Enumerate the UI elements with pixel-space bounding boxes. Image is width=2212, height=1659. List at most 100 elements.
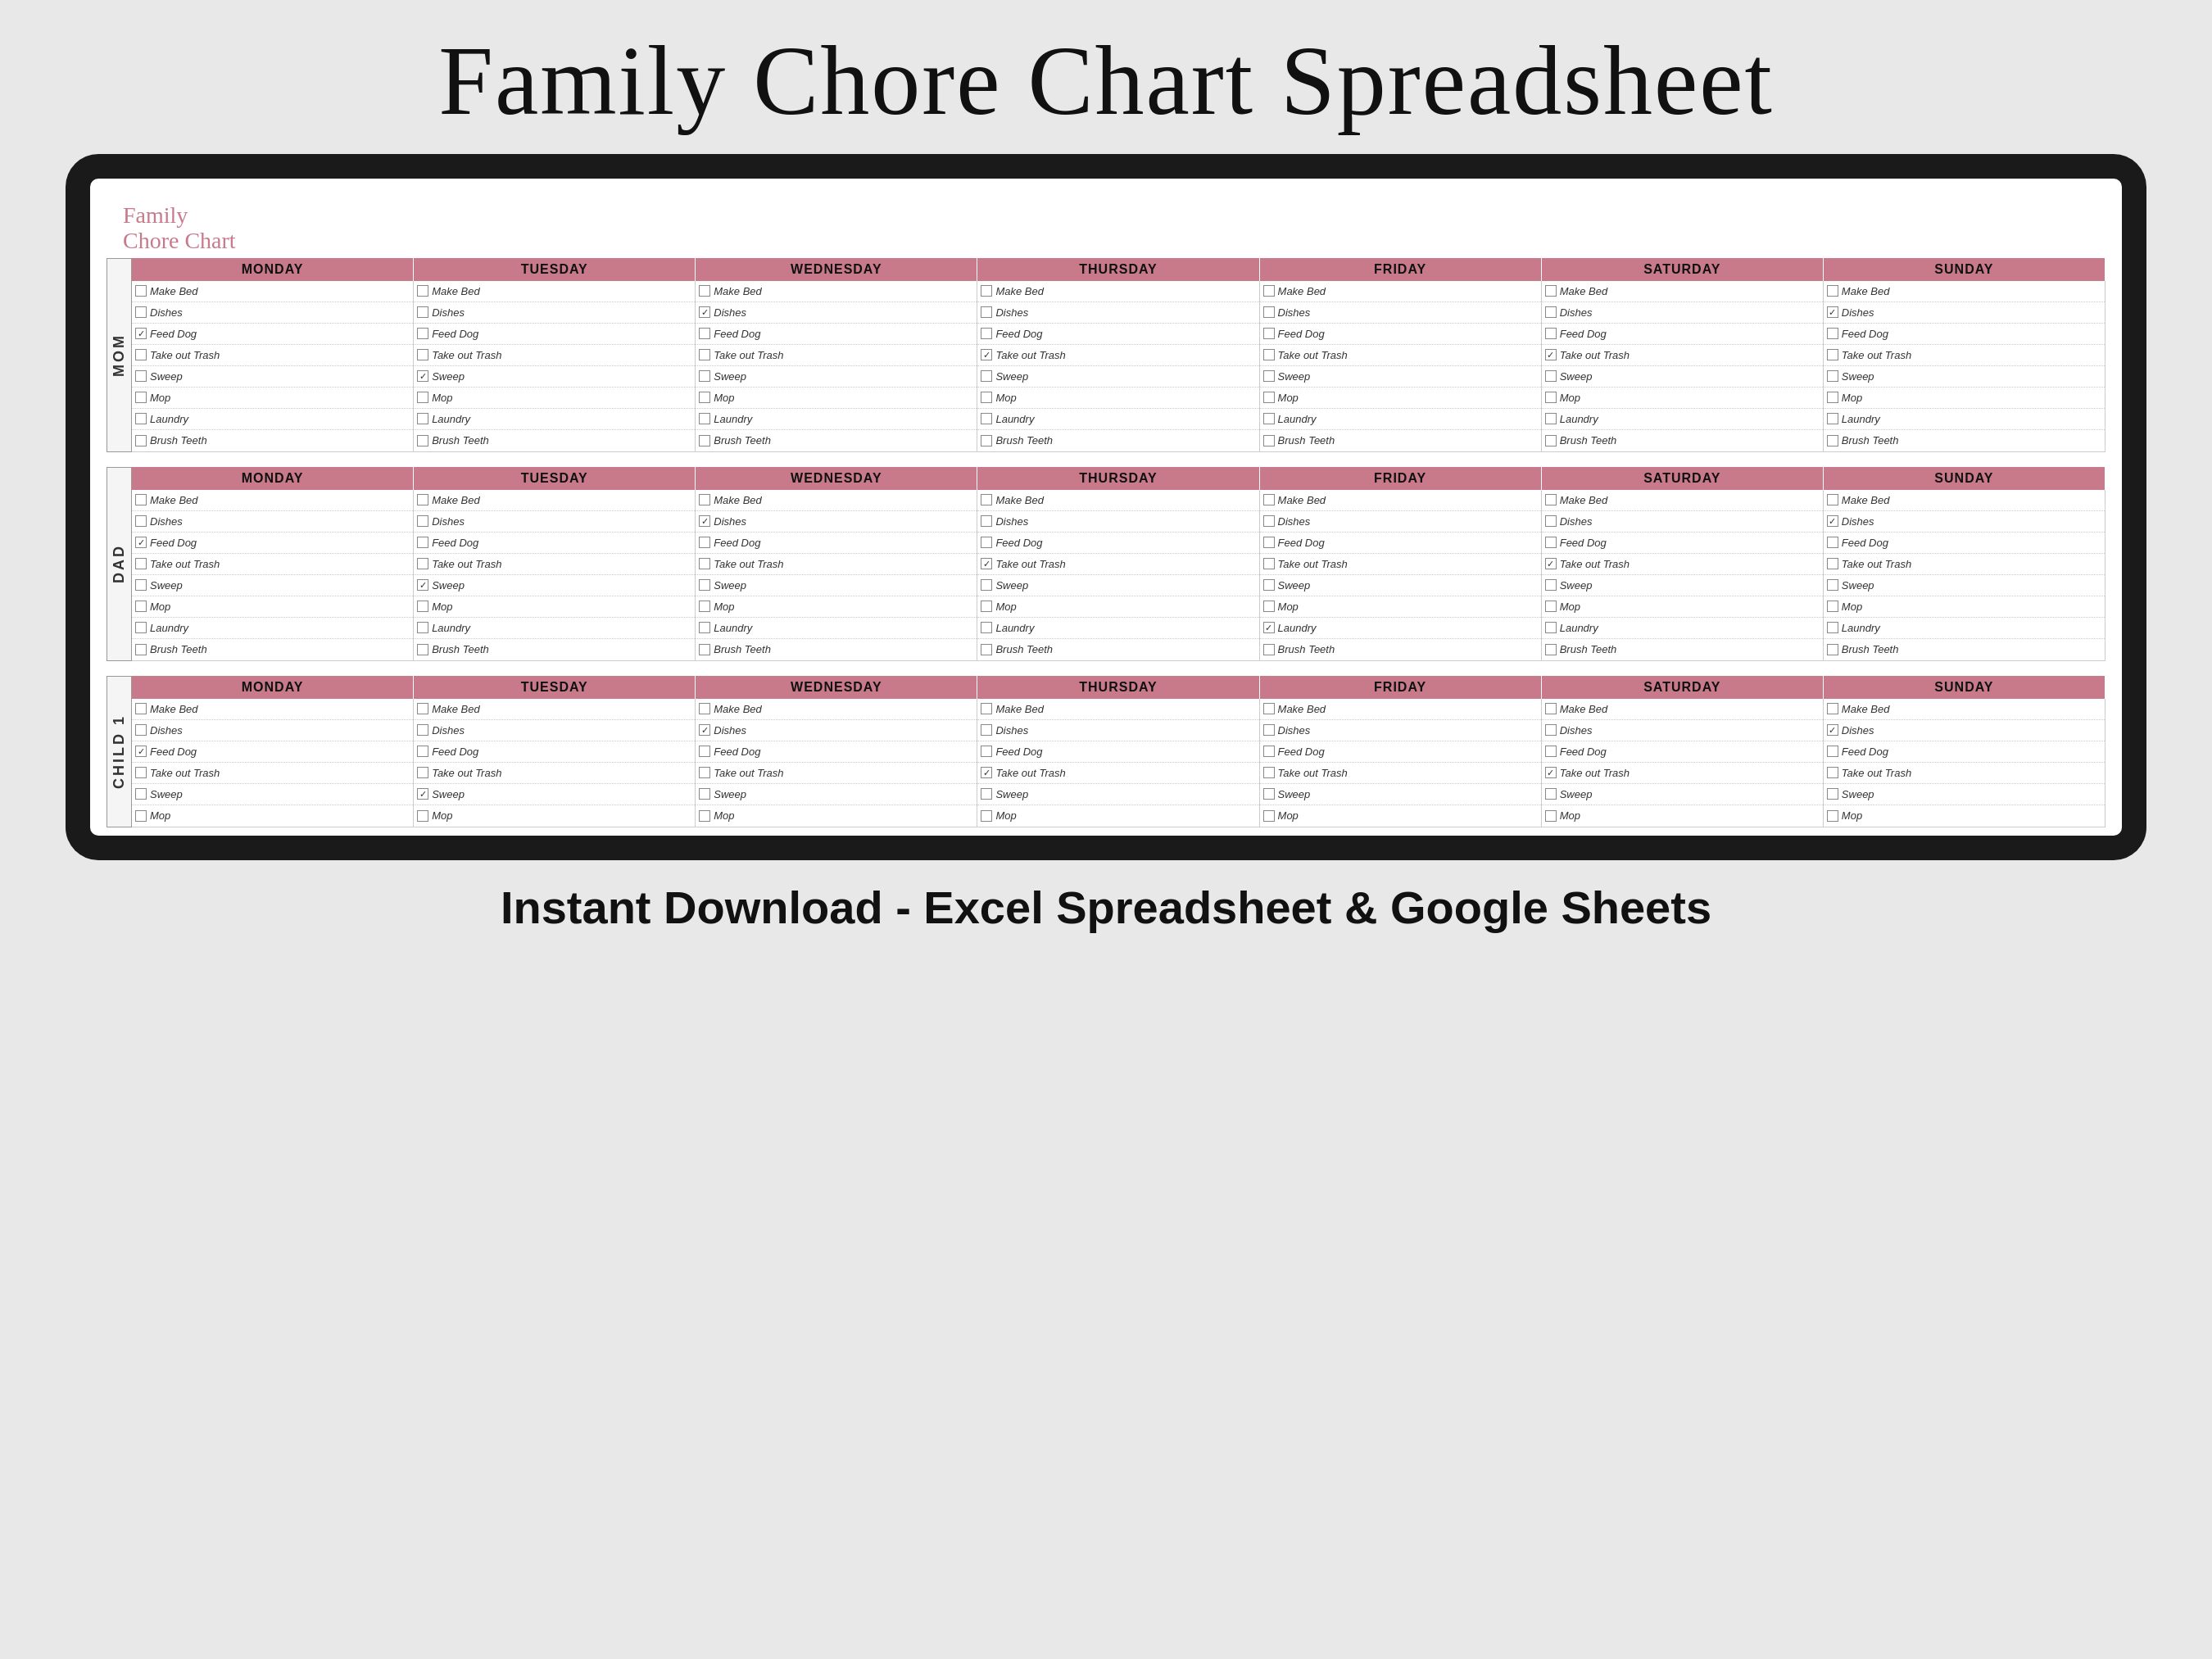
checkbox[interactable] [417,494,428,505]
checkbox[interactable] [699,558,710,569]
chore-item[interactable]: Take out Trash [414,345,695,366]
chore-item[interactable]: Feed Dog [696,741,977,763]
checkbox[interactable] [1263,285,1275,297]
chore-item[interactable]: Laundry [1542,618,1823,639]
checkbox[interactable] [1827,788,1838,800]
chore-item[interactable]: Feed Dog [414,324,695,345]
checkbox[interactable] [1827,515,1838,527]
chore-item[interactable]: Make Bed [696,281,977,302]
checkbox[interactable] [135,579,147,591]
chore-item[interactable]: Dishes [1260,511,1541,533]
checkbox[interactable] [417,392,428,403]
chore-item[interactable]: Feed Dog [1260,533,1541,554]
chore-item[interactable]: Mop [1260,388,1541,409]
chore-item[interactable]: Mop [1542,388,1823,409]
chore-item[interactable]: Dishes [414,511,695,533]
chore-item[interactable]: Mop [414,805,695,827]
checkbox[interactable] [699,767,710,778]
checkbox[interactable] [1545,788,1557,800]
checkbox[interactable] [417,579,428,591]
checkbox[interactable] [1827,644,1838,655]
chore-item[interactable]: Dishes [132,302,413,324]
chore-item[interactable]: Make Bed [1824,699,2105,720]
chore-item[interactable]: Sweep [1824,366,2105,388]
chore-item[interactable]: Mop [414,388,695,409]
checkbox[interactable] [417,644,428,655]
chore-item[interactable]: Brush Teeth [1542,430,1823,451]
checkbox[interactable] [1827,392,1838,403]
checkbox[interactable] [1545,746,1557,757]
chore-item[interactable]: Mop [1824,388,2105,409]
chore-item[interactable]: Sweep [1542,366,1823,388]
checkbox[interactable] [135,601,147,612]
checkbox[interactable] [417,537,428,548]
checkbox[interactable] [135,622,147,633]
checkbox[interactable] [135,285,147,297]
chore-item[interactable]: Take out Trash [977,345,1258,366]
chore-item[interactable]: Sweep [977,784,1258,805]
chore-item[interactable]: Laundry [132,409,413,430]
chore-item[interactable]: Laundry [1260,409,1541,430]
checkbox[interactable] [1545,601,1557,612]
checkbox[interactable] [981,788,992,800]
chore-item[interactable]: Sweep [977,575,1258,596]
chore-item[interactable]: Feed Dog [1824,324,2105,345]
chore-item[interactable]: Feed Dog [977,533,1258,554]
checkbox[interactable] [1263,537,1275,548]
checkbox[interactable] [135,537,147,548]
checkbox[interactable] [135,810,147,822]
checkbox[interactable] [981,537,992,548]
checkbox[interactable] [1827,724,1838,736]
checkbox[interactable] [1263,413,1275,424]
checkbox[interactable] [1827,746,1838,757]
checkbox[interactable] [417,370,428,382]
chore-item[interactable]: Make Bed [132,281,413,302]
chore-item[interactable]: Mop [132,388,413,409]
checkbox[interactable] [699,788,710,800]
checkbox[interactable] [1263,622,1275,633]
checkbox[interactable] [1545,349,1557,360]
chore-item[interactable]: Dishes [132,511,413,533]
chore-item[interactable]: Dishes [414,720,695,741]
checkbox[interactable] [981,349,992,360]
checkbox[interactable] [1263,370,1275,382]
checkbox[interactable] [135,370,147,382]
checkbox[interactable] [135,767,147,778]
chore-item[interactable]: Take out Trash [414,763,695,784]
chore-item[interactable]: Feed Dog [1542,741,1823,763]
chore-item[interactable]: Laundry [977,618,1258,639]
checkbox[interactable] [1827,285,1838,297]
checkbox[interactable] [699,601,710,612]
chore-item[interactable]: Sweep [1260,575,1541,596]
checkbox[interactable] [1827,601,1838,612]
checkbox[interactable] [1545,494,1557,505]
chore-item[interactable]: Sweep [696,784,977,805]
checkbox[interactable] [1827,328,1838,339]
checkbox[interactable] [1545,435,1557,446]
checkbox[interactable] [699,703,710,714]
checkbox[interactable] [1545,810,1557,822]
chore-item[interactable]: Make Bed [696,490,977,511]
checkbox[interactable] [417,703,428,714]
checkbox[interactable] [417,622,428,633]
chore-item[interactable]: Sweep [1260,784,1541,805]
chore-item[interactable]: Mop [1824,805,2105,827]
chore-item[interactable]: Dishes [977,720,1258,741]
checkbox[interactable] [981,622,992,633]
chore-item[interactable]: Mop [414,596,695,618]
checkbox[interactable] [699,285,710,297]
checkbox[interactable] [981,810,992,822]
checkbox[interactable] [699,537,710,548]
checkbox[interactable] [1545,767,1557,778]
checkbox[interactable] [1263,746,1275,757]
chore-item[interactable]: Sweep [1824,575,2105,596]
chore-item[interactable]: Mop [977,805,1258,827]
chore-item[interactable]: Sweep [1542,575,1823,596]
checkbox[interactable] [699,515,710,527]
checkbox[interactable] [981,579,992,591]
checkbox[interactable] [981,370,992,382]
chore-item[interactable]: Sweep [1542,784,1823,805]
chore-item[interactable]: Feed Dog [132,741,413,763]
checkbox[interactable] [417,285,428,297]
checkbox[interactable] [417,746,428,757]
